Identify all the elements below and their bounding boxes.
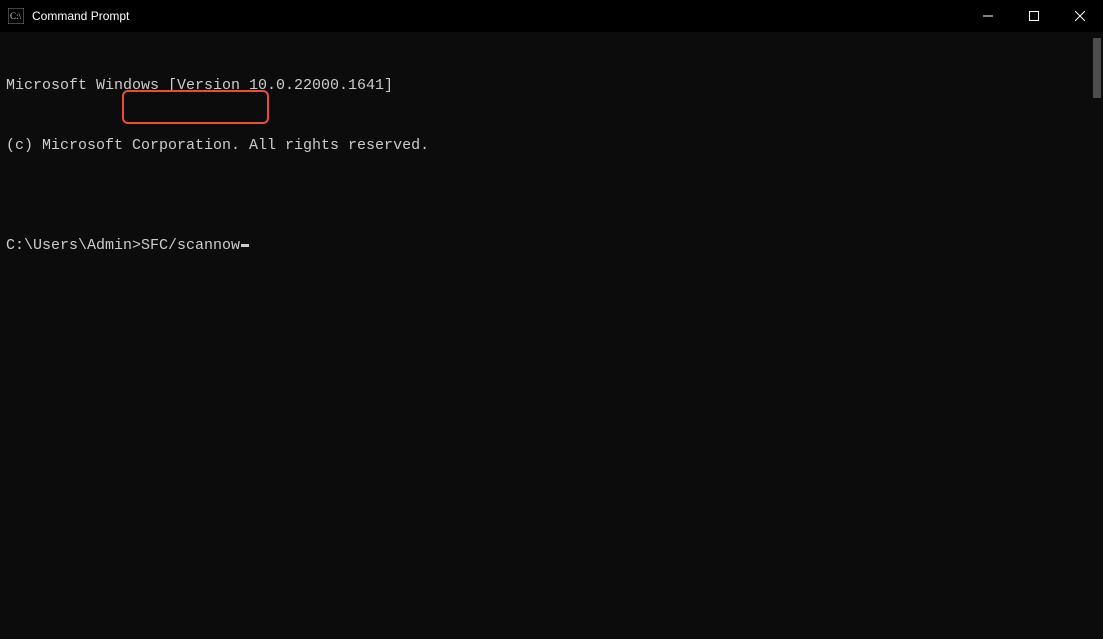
window-titlebar: C:\ Command Prompt <box>0 0 1103 32</box>
terminal-area[interactable]: Microsoft Windows [Version 10.0.22000.16… <box>0 32 1103 639</box>
svg-text:C:\: C:\ <box>10 11 22 21</box>
text-cursor <box>241 244 249 247</box>
output-line: (c) Microsoft Corporation. All rights re… <box>6 136 1097 156</box>
window-title: Command Prompt <box>32 9 129 23</box>
command-input[interactable]: SFC/scannow <box>141 236 240 256</box>
command-prompt-icon: C:\ <box>8 8 24 24</box>
window-controls <box>965 0 1103 32</box>
output-line: Microsoft Windows [Version 10.0.22000.16… <box>6 76 1097 96</box>
minimize-button[interactable] <box>965 0 1011 32</box>
prompt-line: C:\Users\Admin>SFC/scannow <box>6 236 1097 256</box>
vertical-scrollbar[interactable] <box>1093 38 1101 98</box>
close-button[interactable] <box>1057 0 1103 32</box>
prompt-path: C:\Users\Admin> <box>6 236 141 256</box>
titlebar-left: C:\ Command Prompt <box>8 8 129 24</box>
maximize-button[interactable] <box>1011 0 1057 32</box>
